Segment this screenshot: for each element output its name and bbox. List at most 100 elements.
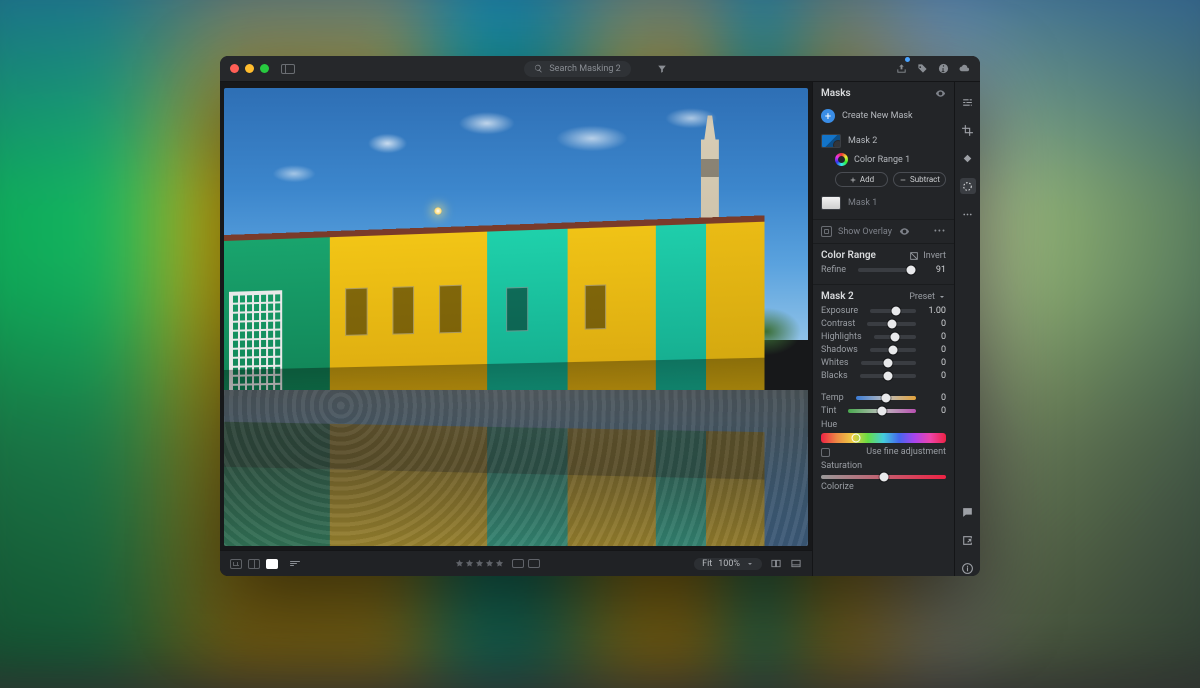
refine-label: Refine: [821, 265, 846, 275]
highlights-value: 0: [928, 332, 946, 342]
sort-button[interactable]: [290, 561, 300, 566]
shadows-value: 0: [928, 345, 946, 355]
share-button[interactable]: [896, 59, 907, 78]
info-icon: [961, 562, 974, 575]
contrast-label: Contrast: [821, 319, 855, 329]
cloud-icon[interactable]: [959, 63, 970, 74]
exposure-value: 1.00: [928, 306, 946, 316]
share-icon: [896, 63, 907, 74]
more-tool[interactable]: [960, 206, 976, 222]
flag-reject[interactable]: [528, 559, 540, 568]
export-button[interactable]: [960, 532, 976, 548]
exposure-label: Exposure: [821, 306, 858, 316]
mask-component-name: Color Range 1: [854, 155, 910, 165]
flag-pick[interactable]: [512, 559, 524, 568]
create-mask-label: Create New Mask: [842, 111, 913, 121]
rating-stars[interactable]: [455, 559, 504, 568]
add-icon: [849, 176, 857, 184]
window-close[interactable]: [230, 64, 239, 73]
comment-icon: [961, 506, 974, 519]
mask-subtract-button[interactable]: Subtract: [893, 172, 946, 187]
masks-section-header: Masks: [813, 82, 954, 105]
chevron-down-icon: [746, 560, 754, 568]
contrast-value: 0: [928, 319, 946, 329]
export-icon: [961, 534, 974, 547]
contrast-slider[interactable]: [867, 322, 916, 326]
filmstrip-toggle-icon[interactable]: [790, 558, 802, 569]
invert-icon: [909, 251, 919, 261]
filter-icon[interactable]: [657, 64, 667, 74]
search-input[interactable]: Search Masking 2: [524, 61, 630, 77]
saturation-slider[interactable]: [821, 475, 946, 479]
mask-component-color-range[interactable]: Color Range 1: [821, 151, 946, 168]
sliders-icon: [961, 96, 974, 109]
window-maximize[interactable]: [260, 64, 269, 73]
tag-icon[interactable]: [917, 63, 928, 74]
fine-adjust-checkbox[interactable]: [821, 448, 830, 457]
whites-label: Whites: [821, 358, 849, 368]
mask-icon: [961, 180, 974, 193]
invert-button[interactable]: Invert: [909, 251, 946, 261]
info-icon[interactable]: [938, 63, 949, 74]
bandage-icon: [961, 152, 974, 165]
mask-add-button[interactable]: Add: [835, 172, 888, 187]
refine-slider[interactable]: [858, 268, 916, 272]
bottom-toolbar: Fit 100%: [220, 550, 812, 576]
whites-value: 0: [928, 358, 946, 368]
edit-tool[interactable]: [960, 94, 976, 110]
grid-view-button[interactable]: [230, 559, 242, 569]
mask-thumbnail: [821, 196, 841, 210]
overlay-more-button[interactable]: •••: [934, 227, 946, 237]
eye-icon[interactable]: [935, 88, 946, 99]
exposure-slider[interactable]: [870, 309, 916, 313]
info-button[interactable]: [960, 560, 976, 576]
create-mask-button[interactable]: + Create New Mask: [813, 105, 954, 127]
hue-slider[interactable]: [821, 433, 946, 443]
compare-view-button[interactable]: [248, 559, 260, 569]
heal-tool[interactable]: [960, 150, 976, 166]
app-window: Search Masking 2: [220, 56, 980, 576]
mask-name: Mask 2: [848, 136, 877, 146]
blacks-value: 0: [928, 371, 946, 381]
tint-label: Tint: [821, 406, 836, 416]
zoom-control[interactable]: Fit 100%: [694, 558, 762, 570]
temp-label: Temp: [821, 393, 844, 403]
refine-value: 91: [928, 265, 946, 275]
plus-icon: +: [821, 109, 835, 123]
tint-slider[interactable]: [848, 409, 916, 413]
highlights-slider[interactable]: [874, 335, 916, 339]
mask-tool[interactable]: [960, 178, 976, 194]
color-range-title: Color Range: [821, 250, 876, 261]
shadows-slider[interactable]: [870, 348, 916, 352]
fit-label: Fit: [702, 559, 712, 569]
right-panel: Masks + Create New Mask Mask 2 Color Ran…: [812, 82, 954, 576]
crop-icon: [961, 124, 974, 137]
mask-item-mask2[interactable]: Mask 2: [821, 131, 946, 151]
overlay-visibility-icon[interactable]: [898, 226, 911, 237]
search-icon: [534, 64, 543, 73]
comments-button[interactable]: [960, 504, 976, 520]
highlights-label: Highlights: [821, 332, 862, 342]
before-after-icon[interactable]: [770, 558, 782, 569]
blacks-slider[interactable]: [860, 374, 916, 378]
photo-viewport[interactable]: [220, 82, 812, 550]
sidebar-toggle-icon[interactable]: [281, 64, 295, 74]
titlebar: Search Masking 2: [220, 56, 980, 82]
preset-dropdown[interactable]: Preset: [909, 292, 946, 302]
zoom-value: 100%: [718, 559, 740, 569]
temp-slider[interactable]: [856, 396, 916, 400]
tool-rail: [954, 82, 980, 576]
canvas-column: Fit 100%: [220, 82, 812, 576]
whites-slider[interactable]: [861, 361, 917, 365]
photo: [224, 88, 808, 546]
window-minimize[interactable]: [245, 64, 254, 73]
shadows-label: Shadows: [821, 345, 858, 355]
mask-item-mask1[interactable]: Mask 1: [821, 193, 946, 213]
single-view-button[interactable]: [266, 559, 278, 569]
crop-tool[interactable]: [960, 122, 976, 138]
mask-thumbnail: [821, 134, 841, 148]
fine-adjust-label: Use fine adjustment: [866, 447, 946, 457]
overlay-color-icon[interactable]: [821, 226, 832, 237]
mask-name: Mask 1: [848, 198, 877, 208]
show-overlay-label[interactable]: Show Overlay: [838, 227, 892, 237]
